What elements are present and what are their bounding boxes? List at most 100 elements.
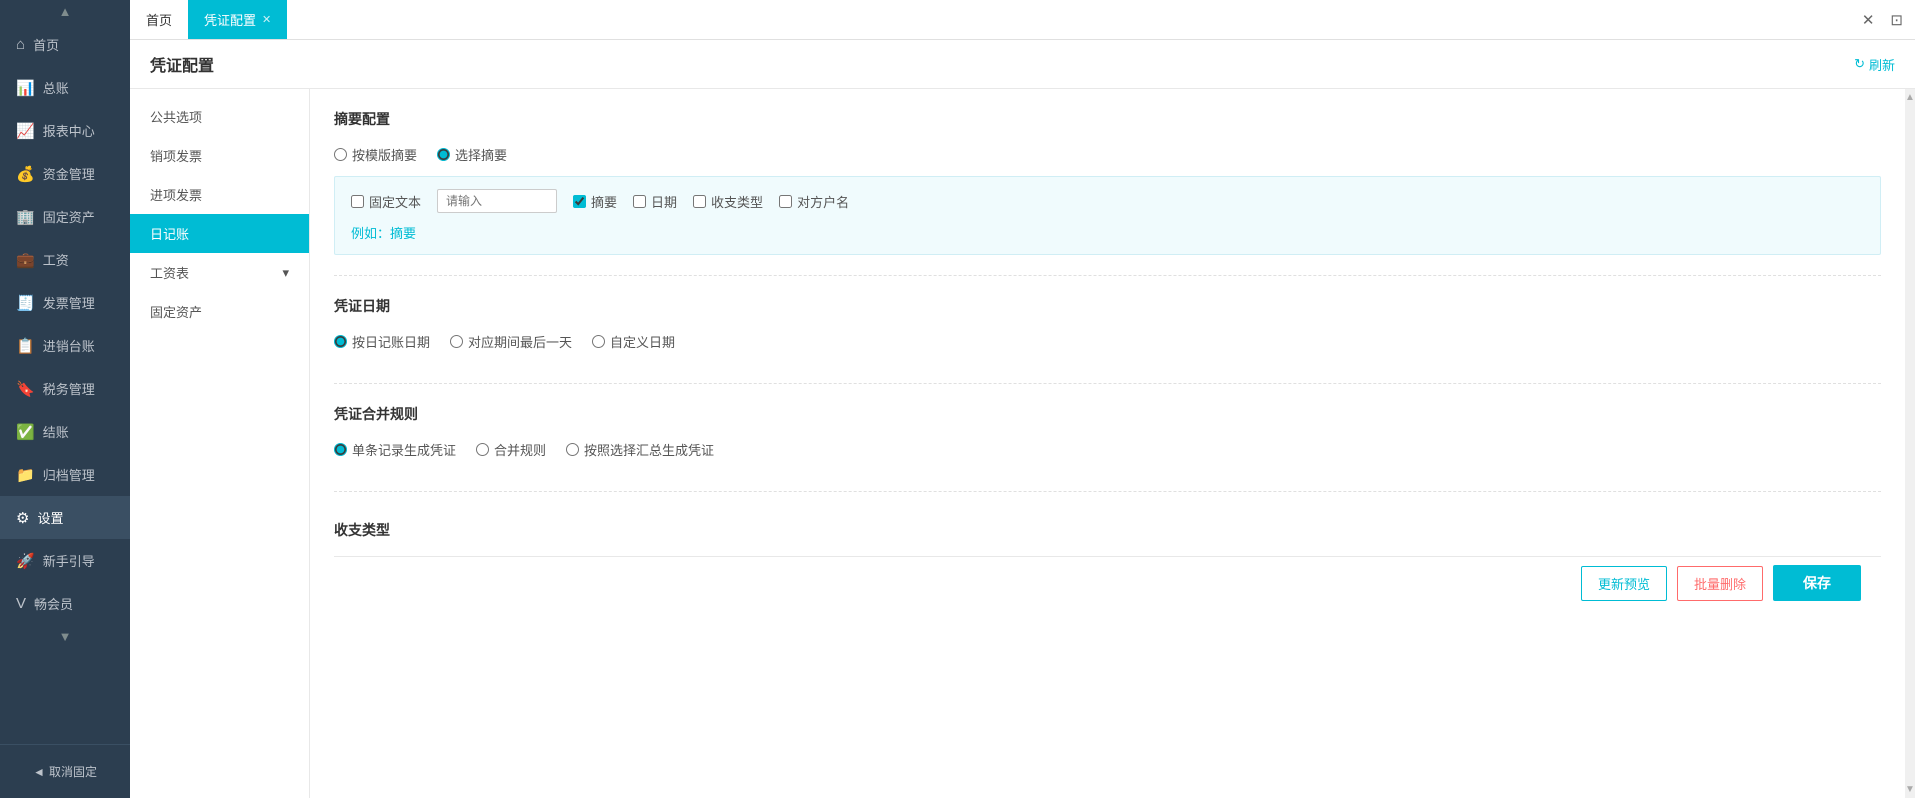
voucher-date-section: 凭证日期 按日记账日期 对应期间最后一天 自定义日期 — [334, 296, 1881, 384]
summary-checkbox-group: 固定文本 摘要 日期 收支类型 — [351, 189, 1864, 213]
select-summary-radio[interactable]: 选择摘要 — [437, 145, 507, 164]
summary-checkbox[interactable]: 摘要 — [573, 192, 617, 211]
settings-icon: ⚙ — [16, 509, 29, 527]
by-selection-input[interactable] — [566, 443, 579, 456]
voucher-merge-section: 凭证合并规则 单条记录生成凭证 合并规则 按照选择汇总生成凭证 — [334, 404, 1881, 492]
left-nav-fixed-assets[interactable]: 固定资产 — [130, 292, 309, 331]
sidebar-item-payroll[interactable]: 💼 工资 — [0, 238, 130, 281]
window-close-button[interactable]: ✕ — [1858, 7, 1879, 33]
sidebar-item-tax[interactable]: 🔖 税务管理 — [0, 367, 130, 410]
sidebar-item-invoice[interactable]: 🧾 发票管理 — [0, 281, 130, 324]
sidebar-item-label: 畅会员 — [34, 594, 73, 613]
merge-rules-label: 合并规则 — [494, 440, 546, 459]
sidebar-item-vip[interactable]: V 畅会员 — [0, 582, 130, 625]
left-nav-purchase-invoice[interactable]: 进项发票 — [130, 175, 309, 214]
sidebar-item-archive[interactable]: 📁 归档管理 — [0, 453, 130, 496]
date-input[interactable] — [633, 195, 646, 208]
tab-voucher-config[interactable]: 凭证配置 ✕ — [188, 0, 287, 39]
fixed-text-input[interactable] — [351, 195, 364, 208]
summary-input[interactable] — [573, 195, 586, 208]
refresh-button[interactable]: ↻ 刷新 — [1854, 55, 1895, 74]
left-nav-public-options[interactable]: 公共选项 — [130, 97, 309, 136]
building-icon: 🏢 — [16, 208, 35, 226]
tab-close-icon[interactable]: ✕ — [262, 13, 271, 26]
template-summary-input[interactable] — [334, 148, 347, 161]
sidebar-scroll-up[interactable]: ▲ — [0, 0, 130, 23]
custom-date-input[interactable] — [592, 335, 605, 348]
sidebar-item-purchase-sales[interactable]: 📋 进销台账 — [0, 324, 130, 367]
sidebar-item-report-center[interactable]: 📈 报表中心 — [0, 109, 130, 152]
date-checkbox[interactable]: 日期 — [633, 192, 677, 211]
voucher-merge-radio-group: 单条记录生成凭证 合并规则 按照选择汇总生成凭证 — [334, 440, 1881, 459]
fixed-text-field[interactable] — [437, 189, 557, 213]
sidebar-item-label: 设置 — [37, 508, 63, 527]
archive-icon: 📁 — [16, 466, 35, 484]
refresh-icon: ↻ — [1854, 56, 1865, 72]
sidebar-item-guide[interactable]: 🚀 新手引导 — [0, 539, 130, 582]
by-journal-date-input[interactable] — [334, 335, 347, 348]
summary-example: 例如：摘要 — [351, 223, 1864, 242]
sidebar: ▲ ⌂ 首页 📊 总账 📈 报表中心 💰 资金管理 🏢 固定资产 💼 工资 🧾 … — [0, 0, 130, 798]
main-area: 首页 凭证配置 ✕ ✕ ⊡ 凭证配置 ↻ 刷新 公共选项 销项发票 进 — [130, 0, 1915, 798]
income-expense-input[interactable] — [693, 195, 706, 208]
left-nav-payroll-table[interactable]: 工资表 ▾ — [130, 253, 309, 292]
select-summary-input[interactable] — [437, 148, 450, 161]
single-record-input[interactable] — [334, 443, 347, 456]
page-title: 凭证配置 — [150, 52, 214, 76]
left-nav-label: 进项发票 — [150, 185, 202, 204]
date-label: 日期 — [651, 192, 677, 211]
income-expense-section: 收支类型 — [334, 512, 1881, 540]
tab-home[interactable]: 首页 — [130, 0, 188, 39]
income-expense-checkbox[interactable]: 收支类型 — [693, 192, 763, 211]
income-expense-label: 收支类型 — [711, 192, 763, 211]
window-restore-button[interactable]: ⊡ — [1886, 7, 1907, 33]
sidebar-item-label: 结账 — [43, 422, 69, 441]
fixed-text-checkbox[interactable]: 固定文本 — [351, 192, 421, 211]
merge-rules-input[interactable] — [476, 443, 489, 456]
last-day-radio[interactable]: 对应期间最后一天 — [450, 332, 572, 351]
ledger-icon: 📋 — [16, 337, 35, 355]
sidebar-item-label: 发票管理 — [43, 293, 95, 312]
merge-rules-radio[interactable]: 合并规则 — [476, 440, 546, 459]
cancel-fixed-button[interactable]: ◄ 取消固定 — [0, 753, 130, 790]
by-journal-date-label: 按日记账日期 — [352, 332, 430, 351]
single-record-label: 单条记录生成凭证 — [352, 440, 456, 459]
chevron-down-icon: ▾ — [282, 265, 289, 281]
sidebar-item-label: 进销台账 — [43, 336, 95, 355]
custom-date-radio[interactable]: 自定义日期 — [592, 332, 675, 351]
payroll-icon: 💼 — [16, 251, 35, 269]
counterpart-input[interactable] — [779, 195, 792, 208]
last-day-label: 对应期间最后一天 — [468, 332, 572, 351]
sidebar-item-label: 新手引导 — [43, 551, 95, 570]
single-record-radio[interactable]: 单条记录生成凭证 — [334, 440, 456, 459]
vip-icon: V — [16, 595, 26, 612]
counterpart-checkbox[interactable]: 对方户名 — [779, 192, 849, 211]
last-day-input[interactable] — [450, 335, 463, 348]
by-selection-radio[interactable]: 按照选择汇总生成凭证 — [566, 440, 714, 459]
template-summary-radio[interactable]: 按模版摘要 — [334, 145, 417, 164]
update-preview-button[interactable]: 更新预览 — [1581, 566, 1667, 601]
batch-delete-button[interactable]: 批量删除 — [1677, 566, 1763, 601]
sidebar-item-label: 首页 — [33, 35, 59, 54]
left-nav-journal[interactable]: 日记账 — [130, 214, 309, 253]
sidebar-scroll-down[interactable]: ▼ — [0, 625, 130, 648]
pin-icon: ◄ — [33, 765, 45, 779]
sidebar-item-label: 报表中心 — [43, 121, 95, 140]
guide-icon: 🚀 — [16, 552, 35, 570]
sidebar-item-settings[interactable]: ⚙ 设置 — [0, 496, 130, 539]
sidebar-item-fund[interactable]: 💰 资金管理 — [0, 152, 130, 195]
by-journal-date-radio[interactable]: 按日记账日期 — [334, 332, 430, 351]
custom-date-label: 自定义日期 — [610, 332, 675, 351]
sidebar-item-fixed-assets[interactable]: 🏢 固定资产 — [0, 195, 130, 238]
sidebar-item-settlement[interactable]: ✅ 结账 — [0, 410, 130, 453]
counterpart-label: 对方户名 — [797, 192, 849, 211]
left-nav-sales-invoice[interactable]: 销项发票 — [130, 136, 309, 175]
sidebar-item-home[interactable]: ⌂ 首页 — [0, 23, 130, 66]
sidebar-item-general-ledger[interactable]: 📊 总账 — [0, 66, 130, 109]
sidebar-item-label: 固定资产 — [43, 207, 95, 226]
sidebar-item-label: 资金管理 — [43, 164, 95, 183]
select-summary-label: 选择摘要 — [455, 145, 507, 164]
save-button[interactable]: 保存 — [1773, 565, 1861, 601]
sidebar-item-label: 工资 — [43, 250, 69, 269]
tab-bar-actions: ✕ ⊡ — [1858, 7, 1915, 33]
